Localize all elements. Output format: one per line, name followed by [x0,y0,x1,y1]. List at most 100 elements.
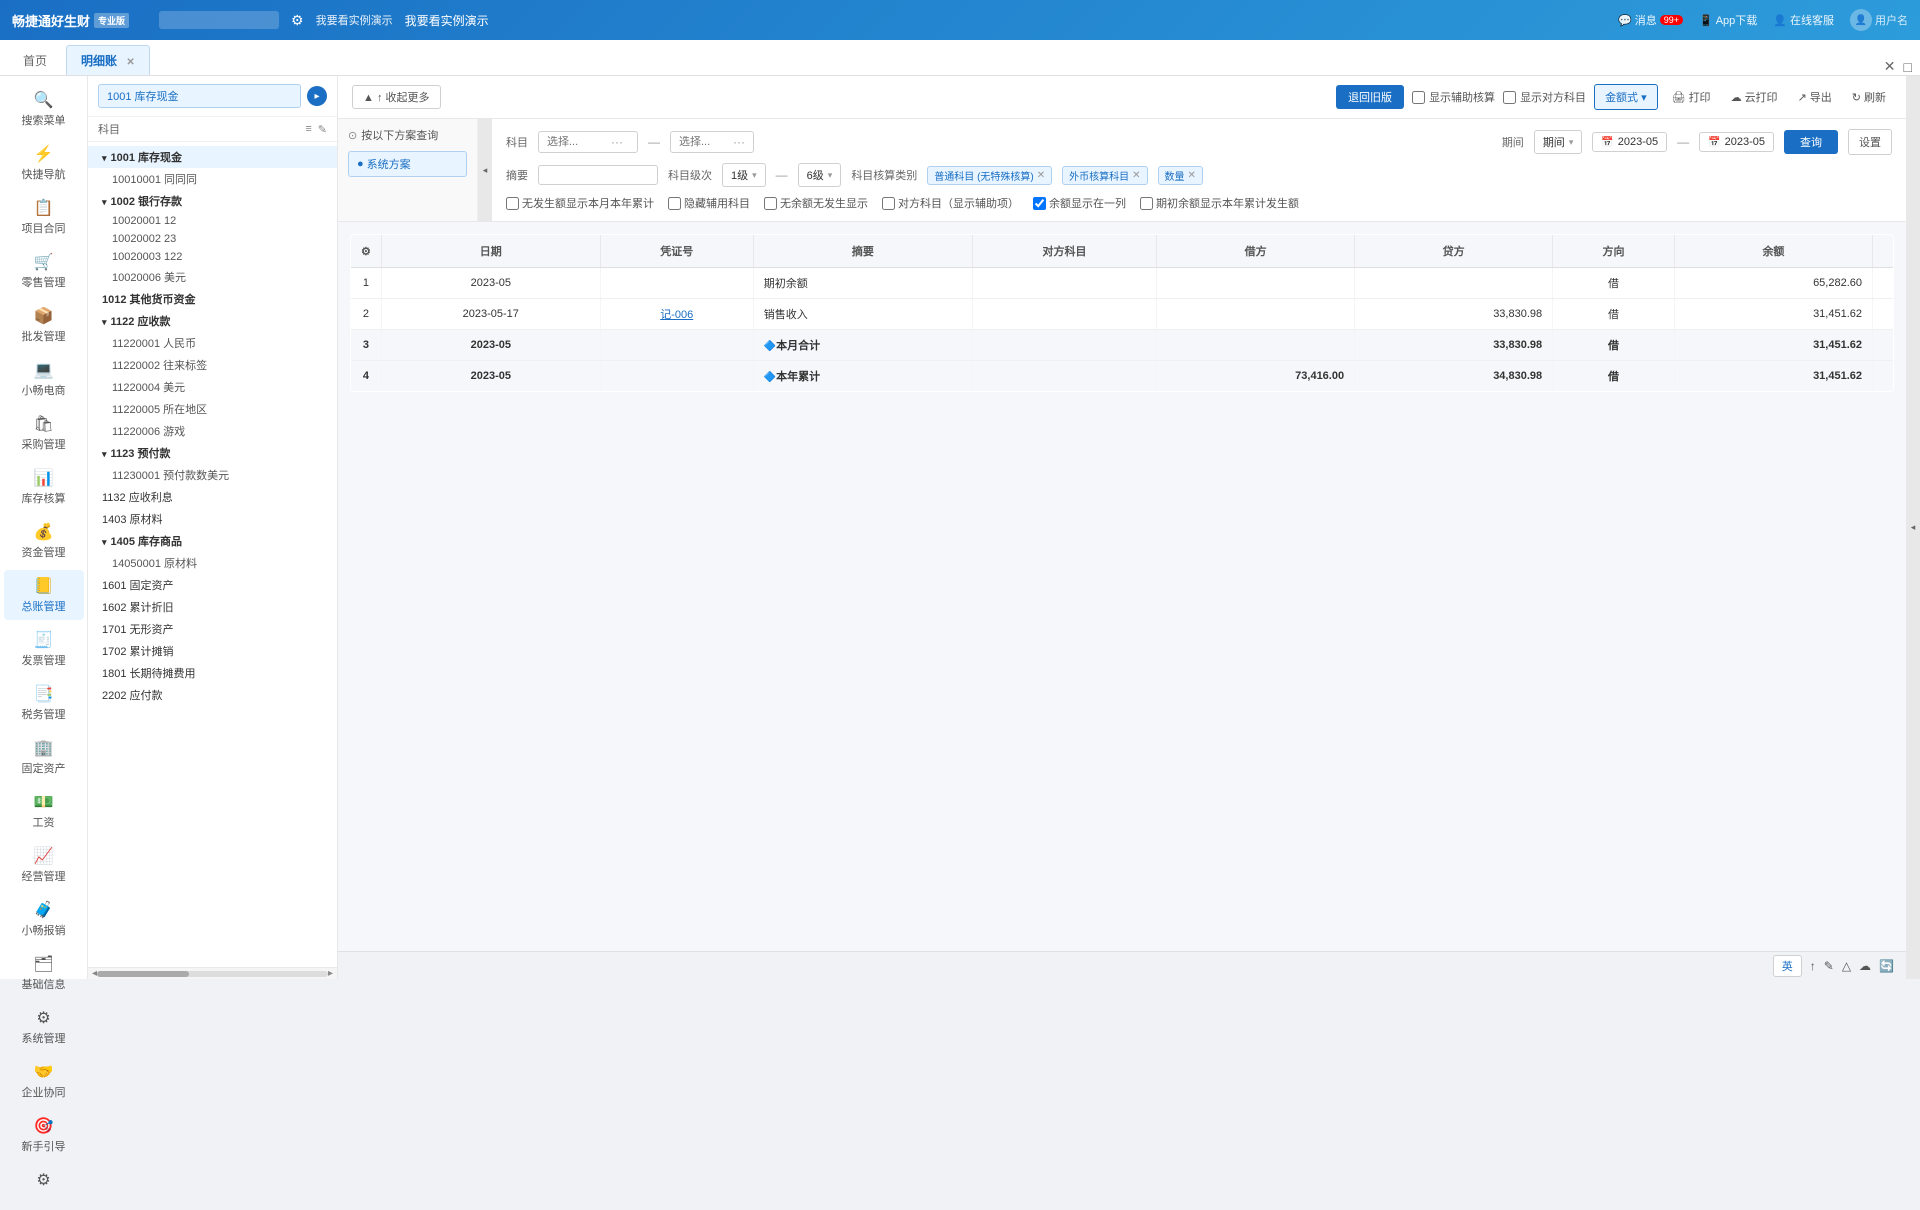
app-download-btn[interactable]: 📱 App下载 [1699,12,1757,28]
tree-item-1001[interactable]: ▾1001 库存现金 [88,146,337,168]
tree-item-10020001[interactable]: 10020001 12 [88,212,337,230]
show-opposite-input[interactable] [1503,91,1516,104]
sidebar-item-wholesale[interactable]: 📦 批发管理 [4,300,84,350]
tab-close-all-icon[interactable]: ✕ [1884,58,1896,75]
tree-item-2202[interactable]: 2202 应付款 [88,684,337,706]
tree-item-1403[interactable]: 1403 原材料 [88,508,337,530]
sidebar-item-ledger[interactable]: 📒 总账管理 [4,570,84,620]
col-opposite[interactable]: 对方科目 [973,235,1157,268]
tree-item-10020006[interactable]: 10020006 美元 [88,266,337,288]
tag-foreign-close[interactable]: ✕ [1132,170,1140,181]
col-date[interactable]: 日期 [381,235,600,268]
tab-home[interactable]: 首页 [8,45,62,75]
period-end-container[interactable]: 📅 2023-05 [1699,132,1774,152]
summary-input[interactable] [538,165,658,185]
en-btn[interactable]: 英 [1773,955,1802,977]
checkbox-balance-one-col-input[interactable] [1033,197,1046,210]
sidebar-item-quick-nav[interactable]: ⚡ 快捷导航 [4,138,84,188]
tree-item-10010001[interactable]: 10010001 同同同 [88,168,337,190]
sidebar-item-guide[interactable]: 🎯 新手引导 [4,1110,84,1160]
subject-input-container[interactable]: ··· [538,131,638,153]
bottom-icon-4[interactable]: ☁ [1859,959,1871,973]
tag-normal[interactable]: 普通科目 (无特殊核算)✕ [927,166,1052,185]
export-btn[interactable]: ↗ 导出 [1792,86,1838,108]
refresh-btn[interactable]: ↻ 刷新 [1846,86,1892,108]
tag-foreign[interactable]: 外币核算科目✕ [1062,166,1147,185]
expand-btn[interactable]: ▸ [307,86,327,106]
tree-item-11230001[interactable]: 11230001 预付款数美元 [88,464,337,486]
subject-input2[interactable] [679,136,729,148]
query-btn[interactable]: 查询 [1784,130,1838,154]
sidebar-item-capital[interactable]: 💰 资金管理 [4,516,84,566]
tree-item-1123[interactable]: ▾1123 预付款 [88,442,337,464]
sidebar-item-cooperation[interactable]: 🤝 企业协同 [4,1056,84,1106]
collapse-more-btn[interactable]: ▲ ↑ 收起更多 [352,85,441,109]
scrollbar-track[interactable] [97,971,328,977]
tree-item-1002[interactable]: ▾1002 银行存款 [88,190,337,212]
sidebar-settings-btn[interactable]: ⚙ [4,1164,84,1198]
tree-item-1701[interactable]: 1701 无形资产 [88,618,337,640]
sidebar-item-project[interactable]: 📋 项目合同 [4,192,84,242]
tree-item-1602[interactable]: 1602 累计折旧 [88,596,337,618]
col-settings[interactable]: ⚙ [351,235,382,268]
cloud-print-btn[interactable]: ☁ 云打印 [1725,86,1784,108]
checkbox-no-zero[interactable]: 无余额无发生显示 [764,195,868,211]
sidebar-item-fixed-assets[interactable]: 🏢 固定资产 [4,732,84,782]
checkbox-no-balance-input[interactable] [506,197,519,210]
cell-voucher-2[interactable]: 记-006 [600,299,753,330]
return-old-btn[interactable]: 退回旧版 [1336,85,1404,109]
col-voucher[interactable]: 凭证号 [600,235,753,268]
close-icon[interactable]: ✕ [126,57,134,68]
tree-item-11220005[interactable]: 11220005 所在地区 [88,398,337,420]
format-amount-btn[interactable]: 金额式 ▾ [1594,84,1658,110]
bottom-icon-5[interactable]: 🔄 [1879,959,1894,973]
subject-input[interactable] [547,136,607,148]
sidebar-item-ecommerce[interactable]: 💻 小畅电商 [4,354,84,404]
tree-item-1601[interactable]: 1601 固定资产 [88,574,337,596]
checkbox-no-zero-input[interactable] [764,197,777,210]
sidebar-item-payroll[interactable]: 💵 工资 [4,786,84,836]
sidebar-item-expense[interactable]: 🧳 小畅报销 [4,894,84,944]
scroll-right-btn[interactable]: ▸ [328,968,333,979]
tag-normal-close[interactable]: ✕ [1037,170,1045,181]
tree-item-11220004[interactable]: 11220004 美元 [88,376,337,398]
sidebar-item-purchase[interactable]: 🛍 采购管理 [4,408,84,458]
voucher-link-2[interactable]: 记-006 [660,309,693,321]
checkbox-opening-balance[interactable]: 期初余额显示本年累计发生额 [1140,195,1299,211]
show-aux-checkbox[interactable]: 显示辅助核算 [1412,89,1495,105]
bottom-icon-2[interactable]: ✎ [1824,959,1834,973]
checkbox-balance-one-col[interactable]: 余额显示在一列 [1033,195,1126,211]
tag-quantity-close[interactable]: ✕ [1188,170,1196,181]
level-to-container[interactable]: 6级 ▾ [798,163,842,187]
tree-list-icon[interactable]: ≡ [305,123,311,135]
sidebar-item-operation[interactable]: 📈 经营管理 [4,840,84,890]
settings-icon[interactable]: ⚙ [291,12,304,29]
selected-account[interactable]: 1001 库存现金 [98,84,301,108]
checkbox-opening-balance-input[interactable] [1140,197,1153,210]
tree-item-1012[interactable]: 1012 其他货币资金 [88,288,337,310]
period-start-container[interactable]: 📅 2023-05 [1592,132,1667,152]
subject-input2-container[interactable]: ··· [670,131,754,153]
sidebar-item-basic[interactable]: 🗂 基础信息 [4,948,84,998]
period-type-container[interactable]: 期间 ▾ [1534,130,1583,154]
sidebar-item-tax[interactable]: 📑 税务管理 [4,678,84,728]
demo-link-text[interactable]: 我要看实例演示 [405,12,489,29]
tab-detail[interactable]: 明细账 ✕ [66,45,150,75]
sidebar-item-system[interactable]: ⚙ 系统管理 [4,1002,84,1052]
tree-item-11220001[interactable]: 11220001 人民币 [88,332,337,354]
level-from-container[interactable]: 1级 ▾ [722,163,766,187]
online-service-btn[interactable]: 👤 在线客服 [1773,12,1834,28]
user-avatar[interactable]: 👤 用户名 [1850,9,1908,31]
tree-item-1702[interactable]: 1702 累计摊销 [88,640,337,662]
tree-item-1132[interactable]: 1132 应收利息 [88,486,337,508]
col-debit[interactable]: 借方 [1157,235,1355,268]
col-summary[interactable]: 摘要 [753,235,972,268]
show-opposite-checkbox[interactable]: 显示对方科目 [1503,89,1586,105]
right-collapse-panel[interactable]: ◂ [1906,76,1920,979]
search-input[interactable] [159,11,279,29]
tree-item-11220002[interactable]: 11220002 往来标签 [88,354,337,376]
sidebar-item-search[interactable]: 🔍 搜索菜单 [4,84,84,134]
filter-collapse-btn[interactable]: ◂ [478,119,492,221]
setting-btn[interactable]: 设置 [1848,129,1892,155]
col-direction[interactable]: 方向 [1553,235,1675,268]
